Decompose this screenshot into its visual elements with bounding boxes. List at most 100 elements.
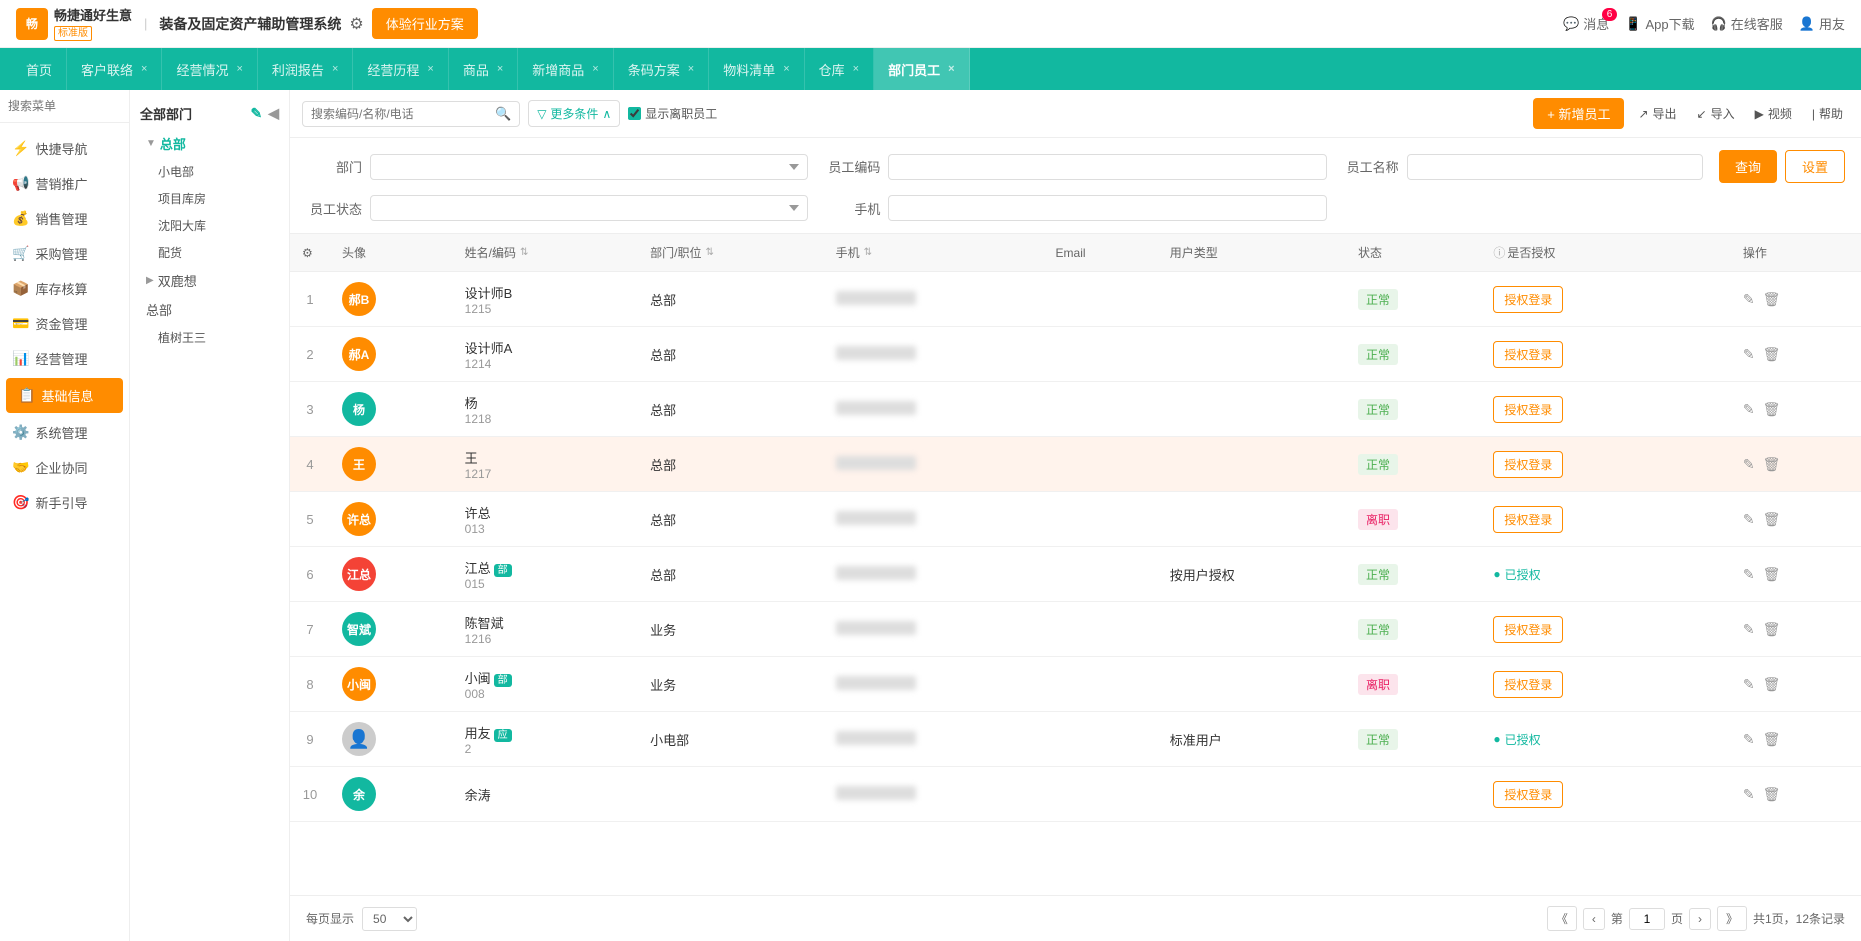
edit-icon-0[interactable]: ✎ — [1743, 291, 1755, 308]
sidebar-item-collab[interactable]: 🤝 企业协同 — [0, 450, 129, 485]
tree-node-shenyang[interactable]: 沈阳大库 — [130, 212, 289, 239]
tree-node-zhushu[interactable]: 植树王三 — [130, 324, 289, 351]
tab-barcode[interactable]: 条码方案 × — [614, 48, 709, 90]
more-filter-btn[interactable]: ▽ 更多条件 ∧ — [528, 100, 620, 127]
edit-icon-5[interactable]: ✎ — [1743, 566, 1755, 583]
tree-node-distribution[interactable]: 配货 — [130, 239, 289, 266]
first-page-btn[interactable]: 《 — [1547, 906, 1577, 931]
settings-icon[interactable]: ⚙ — [302, 246, 313, 260]
sidebar-search-box[interactable]: 🔍 — [0, 90, 129, 123]
tab-home[interactable]: 首页 — [12, 48, 67, 90]
edit-icon-8[interactable]: ✎ — [1743, 731, 1755, 748]
edit-icon-7[interactable]: ✎ — [1743, 676, 1755, 693]
tree-edit-icon[interactable]: ✎ — [250, 105, 262, 122]
tab-add-goods[interactable]: 新增商品 × — [518, 48, 613, 90]
sidebar-item-finance[interactable]: 💳 资金管理 — [0, 306, 129, 341]
filter-phone-input[interactable] — [888, 195, 1326, 221]
tab-staff[interactable]: 部门员工 × — [874, 48, 969, 90]
sidebar-item-operations[interactable]: 📊 经营管理 — [0, 341, 129, 376]
edit-icon-3[interactable]: ✎ — [1743, 456, 1755, 473]
tab-warehouse[interactable]: 仓库 × — [805, 48, 874, 90]
auth-btn-row1[interactable]: 授权登录 — [1493, 341, 1563, 368]
auth-info-icon[interactable]: ⓘ — [1493, 244, 1505, 261]
last-page-btn[interactable]: 》 — [1717, 906, 1747, 931]
tree-collapse-icon[interactable]: ◀ — [268, 105, 279, 122]
delete-icon-3[interactable]: 🗑 — [1763, 456, 1781, 473]
view-btn[interactable]: ▶ 视频 — [1749, 101, 1798, 126]
auth-btn-row3[interactable]: 授权登录 — [1493, 451, 1563, 478]
page-number-input[interactable] — [1629, 908, 1665, 930]
export-btn[interactable]: ↗ 导出 — [1632, 101, 1682, 126]
search-input[interactable] — [311, 107, 491, 121]
show-resigned-checkbox[interactable]: 显示离职员工 — [628, 105, 717, 122]
tab-history[interactable]: 经营历程 × — [353, 48, 448, 90]
sidebar-item-guide[interactable]: 🎯 新手引导 — [0, 485, 129, 520]
sidebar-item-purchase[interactable]: 🛒 采购管理 — [0, 236, 129, 271]
auth-btn-row6[interactable]: 授权登录 — [1493, 616, 1563, 643]
import-btn[interactable]: ↙ 导入 — [1691, 101, 1741, 126]
delete-icon-0[interactable]: 🗑 — [1763, 291, 1781, 308]
app-download-btn[interactable]: 📱 App下载 — [1625, 14, 1694, 33]
filter-status-select[interactable] — [370, 195, 808, 221]
tab-operations[interactable]: 经营情况 × — [162, 48, 257, 90]
th-dept[interactable]: 部门/职位 ⇅ — [638, 234, 824, 272]
tab-history-close[interactable]: × — [427, 63, 433, 75]
th-phone[interactable]: 手机 ⇅ — [824, 234, 1044, 272]
trial-btn[interactable]: 体验行业方案 — [372, 8, 478, 39]
tab-goods-close[interactable]: × — [497, 63, 503, 75]
per-page-select[interactable]: 50 20 100 — [362, 907, 417, 931]
auth-btn-row9[interactable]: 授权登录 — [1493, 781, 1563, 808]
tab-bom[interactable]: 物料清单 × — [709, 48, 804, 90]
filter-set-btn[interactable]: 设置 — [1785, 150, 1845, 183]
tab-warehouse-close[interactable]: × — [853, 63, 859, 75]
tab-customer-close[interactable]: × — [141, 63, 147, 75]
next-page-btn[interactable]: › — [1689, 908, 1711, 930]
delete-icon-6[interactable]: 🗑 — [1763, 621, 1781, 638]
prev-page-btn[interactable]: ‹ — [1583, 908, 1605, 930]
search-box[interactable]: 🔍 — [302, 101, 520, 127]
tab-customer[interactable]: 客户联络 × — [67, 48, 162, 90]
tab-add-goods-close[interactable]: × — [592, 63, 598, 75]
tab-profit-close[interactable]: × — [332, 63, 338, 75]
auth-btn-row2[interactable]: 授权登录 — [1493, 396, 1563, 423]
tree-node-shuanglu[interactable]: ▶ 双鹿想 — [130, 266, 289, 295]
auth-btn-row0[interactable]: 授权登录 — [1493, 286, 1563, 313]
filter-dept-select[interactable] — [370, 154, 808, 180]
delete-icon-5[interactable]: 🗑 — [1763, 566, 1781, 583]
help-btn[interactable]: | 帮助 — [1806, 101, 1849, 126]
show-resigned-input[interactable] — [628, 107, 641, 120]
tab-operations-close[interactable]: × — [236, 63, 242, 75]
delete-icon-1[interactable]: 🗑 — [1763, 346, 1781, 363]
edit-icon-2[interactable]: ✎ — [1743, 401, 1755, 418]
tree-node-hq-root[interactable]: ▼ 总部 — [130, 129, 289, 158]
th-settings[interactable]: ⚙ — [290, 234, 330, 272]
tree-node-project[interactable]: 项目库房 — [130, 185, 289, 212]
th-name[interactable]: 姓名/编码 ⇅ — [453, 234, 639, 272]
sidebar-item-inventory[interactable]: 📦 库存核算 — [0, 271, 129, 306]
sidebar-item-system[interactable]: ⚙️ 系统管理 — [0, 415, 129, 450]
delete-icon-7[interactable]: 🗑 — [1763, 676, 1781, 693]
tab-goods[interactable]: 商品 × — [449, 48, 518, 90]
edit-icon-4[interactable]: ✎ — [1743, 511, 1755, 528]
auth-btn-row4[interactable]: 授权登录 — [1493, 506, 1563, 533]
dept-sort-icon[interactable]: ⇅ — [705, 247, 713, 258]
phone-sort-icon[interactable]: ⇅ — [864, 247, 872, 258]
edit-icon-1[interactable]: ✎ — [1743, 346, 1755, 363]
online-service-btn[interactable]: 🎧 在线客服 — [1711, 14, 1783, 33]
tab-staff-close[interactable]: × — [948, 63, 954, 75]
filter-search-btn[interactable]: 查询 — [1719, 150, 1777, 183]
edit-icon-6[interactable]: ✎ — [1743, 621, 1755, 638]
edit-icon-9[interactable]: ✎ — [1743, 786, 1755, 803]
filter-emp-name-input[interactable] — [1407, 154, 1703, 180]
add-employee-btn[interactable]: + 新增员工 — [1533, 98, 1624, 129]
filter-emp-code-input[interactable] — [888, 154, 1326, 180]
tree-node-xiaodibu[interactable]: 小电部 — [130, 158, 289, 185]
delete-icon-8[interactable]: 🗑 — [1763, 731, 1781, 748]
tab-bom-close[interactable]: × — [783, 63, 789, 75]
sidebar-search-input[interactable] — [8, 99, 130, 113]
user-btn[interactable]: 👤 用友 — [1799, 14, 1845, 33]
message-btn[interactable]: 💬 消息 6 — [1563, 14, 1609, 33]
sidebar-item-marketing[interactable]: 📢 营销推广 — [0, 166, 129, 201]
delete-icon-9[interactable]: 🗑 — [1763, 786, 1781, 803]
sidebar-item-shortcut[interactable]: ⚡ 快捷导航 — [0, 131, 129, 166]
